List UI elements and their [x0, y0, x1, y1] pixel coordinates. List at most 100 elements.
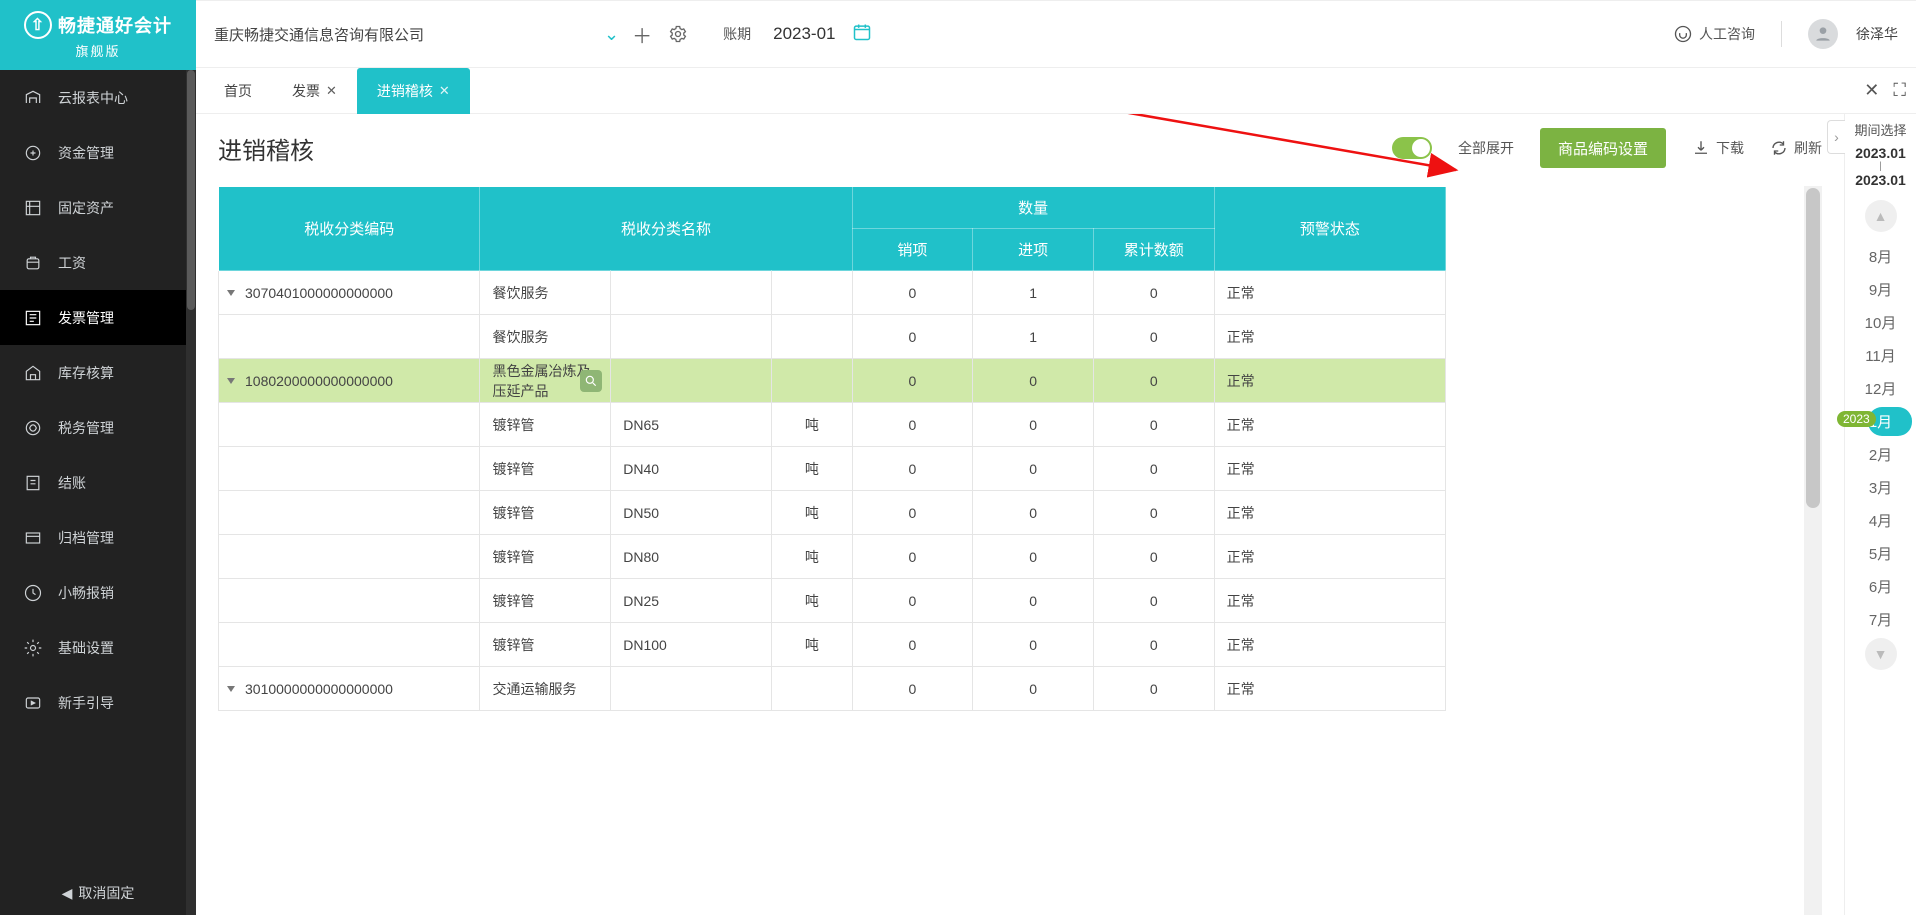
sidebar-item-0[interactable]: 云报表中心	[0, 70, 196, 125]
nav-icon	[22, 472, 44, 494]
th-acc: 累计数额	[1093, 229, 1214, 271]
audit-table: 税收分类编码 税收分类名称 数量 预警状态 销项 进项 累计数额 3	[218, 186, 1446, 711]
table-scrollbar[interactable]	[1804, 186, 1822, 915]
th-qty: 数量	[852, 187, 1214, 229]
nav-icon	[22, 637, 44, 659]
sidebar-item-6[interactable]: 税务管理	[0, 400, 196, 455]
sidebar-item-8[interactable]: 归档管理	[0, 510, 196, 565]
nav-icon	[22, 197, 44, 219]
brand-logo: ⇧ 畅捷通好会计 旗舰版	[0, 0, 196, 70]
rail-range[interactable]: 2023.01 | 2023.01	[1855, 145, 1906, 188]
sidebar: ⇧ 畅捷通好会计 旗舰版 云报表中心资金管理固定资产工资发票管理库存核算税务管理…	[0, 0, 196, 915]
table-row[interactable]: 镀锌管DN40吨000正常	[219, 447, 1446, 491]
period-value[interactable]: 2023-01	[773, 24, 835, 44]
table-row[interactable]: 3010000000000000000交通运输服务000正常	[219, 667, 1446, 711]
table-row[interactable]: 镀锌管DN50吨000正常	[219, 491, 1446, 535]
sidebar-item-1[interactable]: 资金管理	[0, 125, 196, 180]
expand-caret-icon[interactable]	[227, 686, 235, 692]
th-alert: 预警状态	[1214, 187, 1445, 271]
nav-icon	[22, 527, 44, 549]
rail-month-8月[interactable]: 8月	[1845, 240, 1916, 273]
th-in: 进项	[973, 229, 1094, 271]
table-row[interactable]: 餐饮服务010正常	[219, 315, 1446, 359]
period-rail: › 期间选择 2023.01 | 2023.01 ▲ 8月9月10月11月12月…	[1844, 114, 1916, 915]
rail-month-10月[interactable]: 10月	[1845, 306, 1916, 339]
nav-icon	[22, 142, 44, 164]
table-row[interactable]: 1080200000000000000黑色金属冶炼及压延产品000正常	[219, 359, 1446, 403]
nav-icon	[22, 307, 44, 329]
add-button[interactable]: ＋	[629, 21, 655, 47]
sidebar-item-2[interactable]: 固定资产	[0, 180, 196, 235]
tab-0[interactable]: 首页	[204, 68, 272, 114]
rail-up-icon[interactable]: ▲	[1865, 200, 1897, 232]
nav-icon	[22, 692, 44, 714]
fullscreen-icon[interactable]: ⛶	[1893, 80, 1906, 101]
user-name[interactable]: 徐泽华	[1856, 24, 1898, 44]
chevron-down-icon: ⌄	[604, 24, 619, 45]
table-row[interactable]: 镀锌管DN65吨000正常	[219, 403, 1446, 447]
nav-icon	[22, 252, 44, 274]
close-icon[interactable]: ✕	[326, 83, 337, 99]
help-link[interactable]: 人工咨询	[1673, 24, 1755, 44]
period-label: 账期	[723, 24, 751, 44]
rail-month-5月[interactable]: 5月	[1845, 537, 1916, 570]
brand-name: 畅捷通好会计	[58, 12, 172, 38]
brand-sub: 旗舰版	[75, 41, 120, 60]
cancel-pin[interactable]: ◀ 取消固定	[0, 871, 196, 915]
close-all-icon[interactable]: ✕	[1864, 80, 1879, 101]
sidebar-nav: 云报表中心资金管理固定资产工资发票管理库存核算税务管理结账归档管理小畅报销基础设…	[0, 70, 196, 871]
brand-icon: ⇧	[24, 11, 52, 39]
rail-month-6月[interactable]: 6月	[1845, 570, 1916, 603]
th-out: 销项	[852, 229, 973, 271]
settings-icon[interactable]	[665, 21, 691, 47]
th-name: 税收分类名称	[480, 187, 852, 271]
table-row[interactable]: 镀锌管DN80吨000正常	[219, 535, 1446, 579]
rail-month-7月[interactable]: 7月	[1845, 603, 1916, 636]
refresh-link[interactable]: 刷新	[1770, 138, 1822, 158]
rail-month-3月[interactable]: 3月	[1845, 471, 1916, 504]
year-badge: 2023	[1837, 411, 1876, 427]
rail-month-11月[interactable]: 11月	[1845, 339, 1916, 372]
close-icon[interactable]: ✕	[439, 83, 450, 99]
rail-down-icon[interactable]: ▼	[1865, 638, 1897, 670]
rail-month-4月[interactable]: 4月	[1845, 504, 1916, 537]
org-selector[interactable]: 重庆畅捷交通信息咨询有限公司 ⌄	[214, 24, 619, 45]
sidebar-item-11[interactable]: 新手引导	[0, 675, 196, 730]
table-row[interactable]: 镀锌管DN100吨000正常	[219, 623, 1446, 667]
sidebar-item-5[interactable]: 库存核算	[0, 345, 196, 400]
code-setting-button[interactable]: 商品编码设置	[1540, 128, 1666, 168]
topbar: 重庆畅捷交通信息咨询有限公司 ⌄ ＋ 账期 2023-01 人工咨询 徐泽华	[196, 1, 1916, 68]
nav-icon	[22, 362, 44, 384]
rail-month-1月[interactable]: 20231月	[1845, 405, 1916, 438]
table-row[interactable]: 3070401000000000000餐饮服务010正常	[219, 271, 1446, 315]
avatar[interactable]	[1808, 19, 1838, 49]
arrow-left-icon: ◀	[62, 885, 73, 902]
th-code: 税收分类编码	[219, 187, 480, 271]
sidebar-scrollbar[interactable]	[186, 70, 196, 915]
download-link[interactable]: 下载	[1692, 138, 1744, 158]
sidebar-item-4[interactable]: 发票管理	[0, 290, 196, 345]
search-icon[interactable]	[580, 370, 602, 392]
org-name: 重庆畅捷交通信息咨询有限公司	[214, 24, 424, 45]
sidebar-item-7[interactable]: 结账	[0, 455, 196, 510]
nav-icon	[22, 417, 44, 439]
sidebar-item-3[interactable]: 工资	[0, 235, 196, 290]
sidebar-item-9[interactable]: 小畅报销	[0, 565, 196, 620]
rail-month-9月[interactable]: 9月	[1845, 273, 1916, 306]
calendar-icon[interactable]	[852, 22, 872, 47]
expand-toggle[interactable]	[1392, 137, 1432, 159]
tab-2[interactable]: 进销稽核✕	[357, 68, 470, 114]
expand-caret-icon[interactable]	[227, 378, 235, 384]
expand-caret-icon[interactable]	[227, 290, 235, 296]
sidebar-item-10[interactable]: 基础设置	[0, 620, 196, 675]
nav-icon	[22, 87, 44, 109]
tab-bar: 首页发票✕进销稽核✕ ✕ ⛶	[196, 68, 1916, 114]
rail-month-12月[interactable]: 12月	[1845, 372, 1916, 405]
expand-label: 全部展开	[1458, 138, 1514, 158]
table-row[interactable]: 镀锌管DN25吨000正常	[219, 579, 1446, 623]
tab-1[interactable]: 发票✕	[272, 68, 357, 114]
nav-icon	[22, 582, 44, 604]
rail-month-2月[interactable]: 2月	[1845, 438, 1916, 471]
rail-title: 期间选择	[1854, 120, 1906, 139]
rail-collapse-icon[interactable]: ›	[1827, 120, 1845, 154]
